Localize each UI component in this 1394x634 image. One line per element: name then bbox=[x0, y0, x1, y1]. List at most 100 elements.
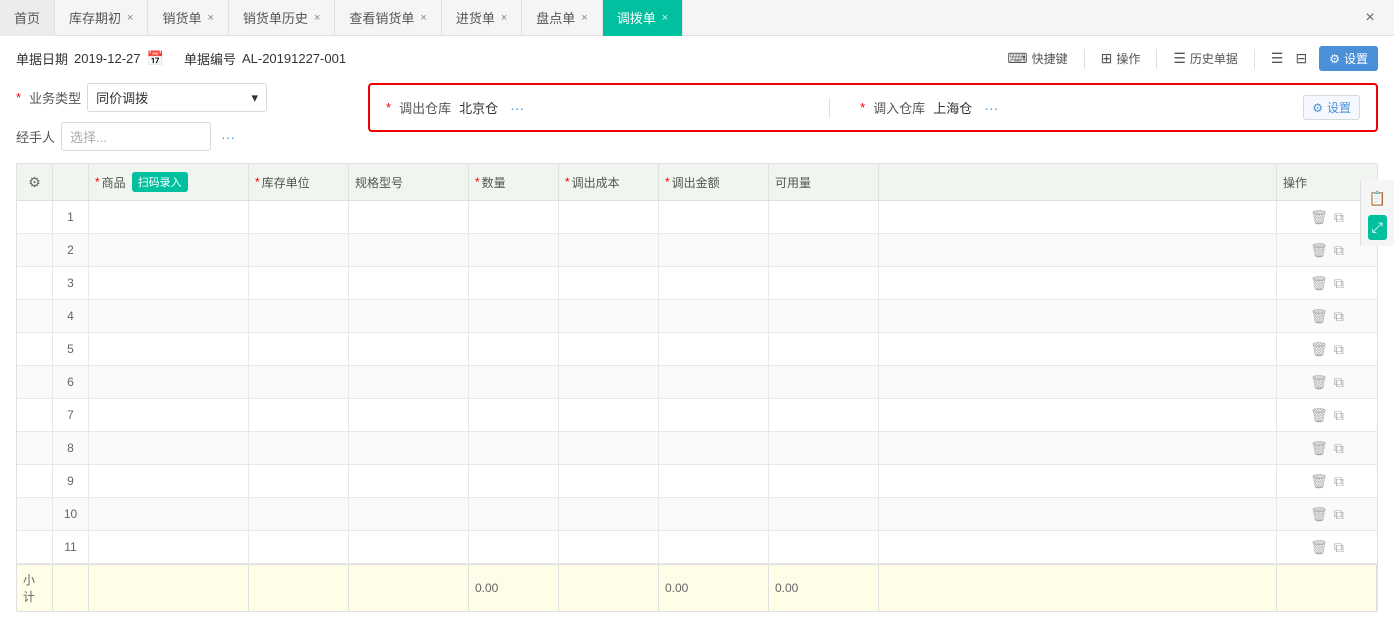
delete-icon[interactable]: 🗑 bbox=[1310, 506, 1328, 523]
close-icon[interactable]: × bbox=[314, 12, 320, 24]
delete-icon[interactable]: 🗑 bbox=[1310, 209, 1328, 226]
tab-home[interactable]: 首页 bbox=[0, 0, 55, 36]
row-spec[interactable] bbox=[349, 267, 469, 299]
row-spec[interactable] bbox=[349, 201, 469, 233]
shortcuts-button[interactable]: ⌨ 快捷键 bbox=[1007, 50, 1067, 67]
row-available[interactable] bbox=[769, 432, 879, 464]
calendar-icon[interactable]: 📅 bbox=[147, 50, 164, 67]
row-spec[interactable] bbox=[349, 366, 469, 398]
row-product[interactable] bbox=[89, 267, 249, 299]
row-cost[interactable] bbox=[559, 432, 659, 464]
row-cost[interactable] bbox=[559, 366, 659, 398]
copy-icon[interactable]: ⧉ bbox=[1334, 506, 1344, 523]
tab-view-sales[interactable]: 查看销货单 × bbox=[335, 0, 441, 36]
sidebar-document-icon[interactable]: 📋 bbox=[1365, 186, 1390, 211]
scan-input-button[interactable]: 扫码录入 bbox=[132, 172, 188, 192]
row-qty[interactable] bbox=[469, 267, 559, 299]
row-qty[interactable] bbox=[469, 498, 559, 530]
row-amount[interactable] bbox=[659, 333, 769, 365]
row-cost[interactable] bbox=[559, 531, 659, 563]
row-product[interactable] bbox=[89, 399, 249, 431]
transfer-in-more-button[interactable]: ··· bbox=[980, 100, 1002, 116]
row-cost[interactable] bbox=[559, 333, 659, 365]
row-qty[interactable] bbox=[469, 201, 559, 233]
row-available[interactable] bbox=[769, 333, 879, 365]
row-unit[interactable] bbox=[249, 201, 349, 233]
tab-sales-order[interactable]: 销货单 × bbox=[148, 0, 228, 36]
copy-icon[interactable]: ⧉ bbox=[1334, 407, 1344, 424]
tab-purchase[interactable]: 进货单 × bbox=[442, 0, 522, 36]
row-spec[interactable] bbox=[349, 300, 469, 332]
delete-icon[interactable]: 🗑 bbox=[1310, 440, 1328, 457]
close-icon[interactable]: × bbox=[581, 12, 587, 24]
copy-icon[interactable]: ⧉ bbox=[1334, 275, 1344, 292]
row-qty[interactable] bbox=[469, 366, 559, 398]
row-spec[interactable] bbox=[349, 498, 469, 530]
row-spec[interactable] bbox=[349, 399, 469, 431]
copy-icon[interactable]: ⧉ bbox=[1334, 242, 1344, 259]
row-qty[interactable] bbox=[469, 432, 559, 464]
row-spec[interactable] bbox=[349, 432, 469, 464]
row-qty[interactable] bbox=[469, 465, 559, 497]
close-icon[interactable]: × bbox=[501, 12, 507, 24]
copy-icon[interactable]: ⧉ bbox=[1334, 473, 1344, 490]
row-spec[interactable] bbox=[349, 234, 469, 266]
row-amount[interactable] bbox=[659, 498, 769, 530]
row-amount[interactable] bbox=[659, 366, 769, 398]
row-available[interactable] bbox=[769, 498, 879, 530]
tab-transfer[interactable]: 调拨单 × bbox=[603, 0, 683, 36]
row-available[interactable] bbox=[769, 531, 879, 563]
row-cost[interactable] bbox=[559, 498, 659, 530]
tab-inventory-init[interactable]: 库存期初 × bbox=[55, 0, 148, 36]
copy-icon[interactable]: ⧉ bbox=[1334, 209, 1344, 226]
row-product[interactable] bbox=[89, 432, 249, 464]
row-amount[interactable] bbox=[659, 531, 769, 563]
row-available[interactable] bbox=[769, 201, 879, 233]
row-product[interactable] bbox=[89, 465, 249, 497]
row-qty[interactable] bbox=[469, 234, 559, 266]
row-unit[interactable] bbox=[249, 498, 349, 530]
row-cost[interactable] bbox=[559, 267, 659, 299]
delete-icon[interactable]: 🗑 bbox=[1310, 473, 1328, 490]
delete-icon[interactable]: 🗑 bbox=[1310, 308, 1328, 325]
row-amount[interactable] bbox=[659, 267, 769, 299]
row-product[interactable] bbox=[89, 531, 249, 563]
row-qty[interactable] bbox=[469, 531, 559, 563]
delete-icon[interactable]: 🗑 bbox=[1310, 341, 1328, 358]
window-close-button[interactable]: × bbox=[1354, 0, 1386, 36]
row-available[interactable] bbox=[769, 300, 879, 332]
row-unit[interactable] bbox=[249, 333, 349, 365]
delete-icon[interactable]: 🗑 bbox=[1310, 374, 1328, 391]
delete-icon[interactable]: 🗑 bbox=[1310, 407, 1328, 424]
delete-icon[interactable]: 🗑 bbox=[1310, 242, 1328, 259]
copy-icon[interactable]: ⧉ bbox=[1334, 440, 1344, 457]
row-product[interactable] bbox=[89, 234, 249, 266]
setting-button[interactable]: ⚙ 设置 bbox=[1319, 46, 1378, 71]
row-product[interactable] bbox=[89, 300, 249, 332]
row-spec[interactable] bbox=[349, 333, 469, 365]
row-unit[interactable] bbox=[249, 432, 349, 464]
row-cost[interactable] bbox=[559, 300, 659, 332]
row-available[interactable] bbox=[769, 267, 879, 299]
row-spec[interactable] bbox=[349, 531, 469, 563]
operations-button[interactable]: ⊞ 操作 bbox=[1101, 50, 1141, 67]
close-icon[interactable]: × bbox=[127, 12, 133, 24]
delete-icon[interactable]: 🗑 bbox=[1310, 539, 1328, 556]
tab-stocktake[interactable]: 盘点单 × bbox=[522, 0, 602, 36]
row-product[interactable] bbox=[89, 366, 249, 398]
transfer-out-more-button[interactable]: ··· bbox=[506, 100, 528, 116]
grid-view-button[interactable]: ⊟ bbox=[1295, 50, 1307, 67]
row-unit[interactable] bbox=[249, 531, 349, 563]
row-product[interactable] bbox=[89, 333, 249, 365]
history-button[interactable]: ☰ 历史单据 bbox=[1173, 50, 1238, 67]
row-spec[interactable] bbox=[349, 465, 469, 497]
row-qty[interactable] bbox=[469, 333, 559, 365]
sidebar-expand-icon[interactable]: ⤢ bbox=[1368, 215, 1387, 240]
copy-icon[interactable]: ⧉ bbox=[1334, 341, 1344, 358]
row-unit[interactable] bbox=[249, 234, 349, 266]
row-amount[interactable] bbox=[659, 399, 769, 431]
close-icon[interactable]: × bbox=[420, 12, 426, 24]
close-icon[interactable]: × bbox=[662, 12, 668, 24]
row-qty[interactable] bbox=[469, 399, 559, 431]
row-qty[interactable] bbox=[469, 300, 559, 332]
